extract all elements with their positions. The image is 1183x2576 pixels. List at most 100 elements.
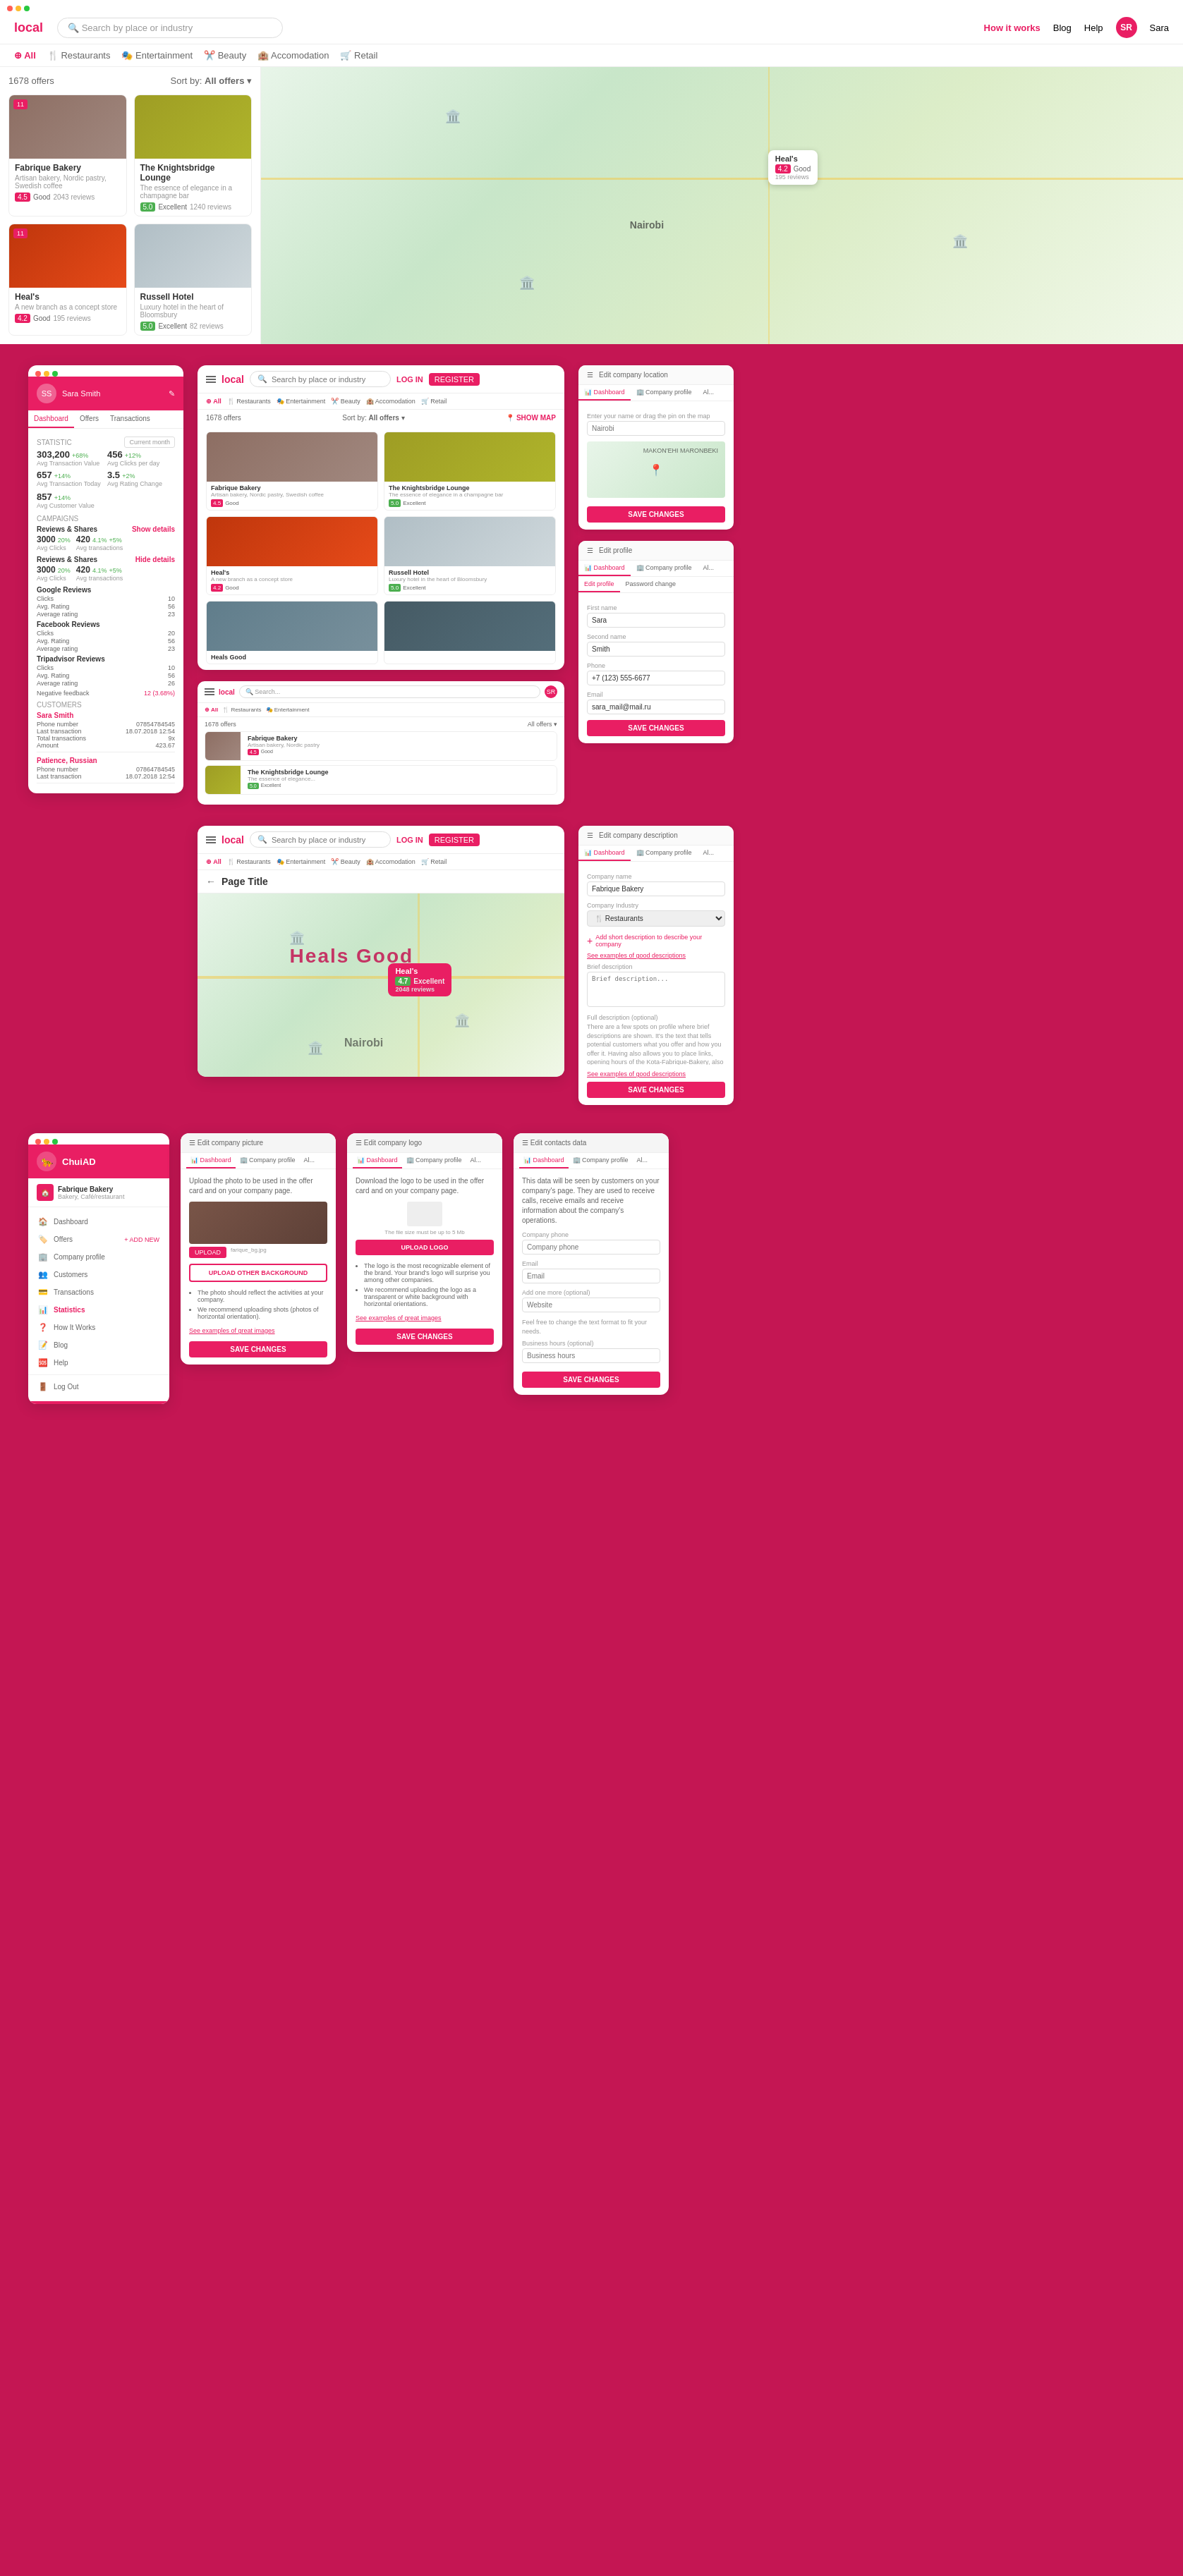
company-phone-input[interactable]: [522, 1240, 660, 1255]
user-avatar[interactable]: SR: [1116, 17, 1137, 38]
help-link[interactable]: Help: [1084, 23, 1103, 33]
hamburger-icon[interactable]: [205, 688, 214, 695]
map-cat-all[interactable]: ⊕ All: [206, 858, 222, 865]
ep-tab-dashboard[interactable]: 📊 Dashboard: [578, 846, 631, 861]
inner-offer-card[interactable]: Heals Good: [206, 601, 378, 664]
sidebar-item-how-it-works[interactable]: ❓ How It Works: [28, 1319, 169, 1336]
small-sort[interactable]: All offers ▾: [528, 721, 557, 728]
ep-tab-more[interactable]: Al...: [698, 561, 720, 576]
ep-tab-company-profile[interactable]: 🏢 Company profile: [631, 385, 698, 401]
sidebar-item-offers[interactable]: 🏷️ Offers + ADD NEW: [28, 1231, 169, 1248]
bp-tab-more[interactable]: Al...: [633, 1153, 653, 1168]
cat-tab-retail[interactable]: 🛒 Retail: [340, 50, 377, 61]
sidebar-item-transactions[interactable]: 💳 Transactions: [28, 1283, 169, 1301]
inner-cat-beauty[interactable]: ✂️ Beauty: [331, 398, 360, 405]
ep-tab-edit-profile[interactable]: Edit profile: [578, 577, 620, 592]
cat-tab-entertainment[interactable]: 🎭 Entertainment: [121, 50, 193, 61]
sidebar-item-dashboard[interactable]: 🏠 Dashboard: [28, 1213, 169, 1231]
map-info-card[interactable]: Heal's 4.2 Good 195 reviews: [768, 150, 818, 185]
sidebar-item-statistics[interactable]: 📊 Statistics: [28, 1301, 169, 1319]
industry-select[interactable]: 🍴 Restaurants: [587, 910, 725, 927]
save-logo-btn[interactable]: SAVE CHANGES: [356, 1329, 494, 1345]
small-offer-item[interactable]: Fabrique Bakery Artisan bakery, Nordic p…: [205, 731, 557, 761]
bp-tab-company-profile[interactable]: 🏢 Company profile: [569, 1153, 633, 1168]
location-search-input[interactable]: [587, 421, 725, 436]
period-selector[interactable]: Current month: [124, 437, 175, 448]
upload-other-background-btn[interactable]: UPLOAD OTHER BACKGROUND: [189, 1264, 327, 1282]
blog-link[interactable]: Blog: [1053, 23, 1072, 33]
sidebar-item-help[interactable]: 🆘 Help: [28, 1354, 169, 1372]
offers-tab[interactable]: Offers: [74, 410, 104, 428]
register-button[interactable]: REGISTER: [429, 373, 480, 386]
see-good-examples-link[interactable]: See examples of good descriptions: [587, 1070, 686, 1078]
add-offer-btn[interactable]: + ADD NEW: [124, 1236, 159, 1243]
inner-cat-accomodation[interactable]: 🏨 Accomodation: [366, 398, 415, 405]
brief-desc-textarea[interactable]: [587, 972, 725, 1007]
upload-logo-btn[interactable]: UPLOAD LOGO: [356, 1240, 494, 1255]
show-map-btn[interactable]: 📍 SHOW MAP: [506, 414, 556, 422]
how-it-works-link[interactable]: How it works: [984, 23, 1041, 33]
customer-name[interactable]: Patience, Russian: [37, 757, 175, 764]
see-examples-link[interactable]: See examples of great images: [356, 1314, 442, 1321]
ep-tab-password-change[interactable]: Password change: [620, 577, 682, 592]
second-name-input[interactable]: [587, 642, 725, 657]
sidebar-item-company-profile[interactable]: 🏢 Company profile: [28, 1248, 169, 1266]
map-cat-beauty[interactable]: ✂️ Beauty: [331, 858, 360, 865]
small-cat-all[interactable]: ⊕ All: [205, 707, 218, 713]
cat-tab-all[interactable]: ⊕ All: [14, 50, 36, 61]
offer-card[interactable]: The Knightsbridge Lounge The essence of …: [134, 94, 253, 216]
hamburger-menu[interactable]: [206, 836, 216, 843]
back-button[interactable]: ←: [206, 876, 216, 887]
website-input[interactable]: [522, 1298, 660, 1312]
inner-search-bar[interactable]: 🔍: [250, 371, 391, 387]
small-cat-entertainment[interactable]: 🎭 Entertainment: [266, 707, 310, 713]
map-search-input[interactable]: [272, 836, 383, 844]
cat-tab-beauty[interactable]: ✂️ Beauty: [204, 50, 246, 61]
inner-cat-restaurants[interactable]: 🍴 Restaurants: [227, 398, 271, 405]
ep-tab-company-profile[interactable]: 🏢 Company profile: [631, 846, 698, 861]
bp-tab-dashboard[interactable]: 📊 Dashboard: [519, 1153, 569, 1168]
bp-tab-more[interactable]: Al...: [466, 1153, 486, 1168]
customer-name[interactable]: Sara Smith: [37, 712, 175, 719]
phone-input[interactable]: [587, 671, 725, 685]
ep-tab-dashboard[interactable]: 📊 Dashboard: [578, 385, 631, 401]
save-changes-btn[interactable]: SAVE CHANGES: [587, 506, 725, 523]
offer-card[interactable]: 11 Fabrique Bakery Artisan bakery, Nordi…: [8, 94, 127, 216]
save-picture-btn[interactable]: SAVE CHANGES: [189, 1341, 327, 1357]
bp-tab-dashboard[interactable]: 📊 Dashboard: [353, 1153, 402, 1168]
inner-offer-card[interactable]: [384, 601, 556, 664]
offer-card[interactable]: Russell Hotel Luxury hotel in the heart …: [134, 224, 253, 336]
map-cat-entertainment[interactable]: 🎭 Entertainment: [277, 858, 326, 865]
save-contacts-btn[interactable]: SAVE CHANGES: [522, 1372, 660, 1388]
show-details-link[interactable]: Show details: [132, 525, 175, 533]
small-offer-item[interactable]: The Knightsbridge Lounge The essence of …: [205, 765, 557, 795]
transactions-tab[interactable]: Transactions: [104, 410, 156, 428]
inner-cat-all[interactable]: ⊕ All: [206, 398, 222, 405]
see-examples-link[interactable]: See examples of good descriptions: [587, 952, 686, 959]
ep-tab-company-profile[interactable]: 🏢 Company profile: [631, 561, 698, 576]
map-register-button[interactable]: REGISTER: [429, 834, 480, 846]
inner-offer-card[interactable]: Fabrique Bakery Artisan bakery, Nordic p…: [206, 432, 378, 511]
ep-tab-more[interactable]: Al...: [698, 385, 720, 401]
ep-tab-more[interactable]: Al...: [698, 846, 720, 861]
email-field-input[interactable]: [522, 1269, 660, 1283]
bp-tab-company-profile[interactable]: 🏢 Company profile: [402, 1153, 466, 1168]
map-cat-restaurants[interactable]: 🍴 Restaurants: [227, 858, 271, 865]
cat-tab-accomodation[interactable]: 🏨 Accomodation: [257, 50, 329, 61]
see-examples-link[interactable]: See examples of great images: [189, 1327, 275, 1334]
inner-cat-entertainment[interactable]: 🎭 Entertainment: [277, 398, 326, 405]
first-name-input[interactable]: [587, 613, 725, 628]
map-login-button[interactable]: LOG IN: [396, 836, 423, 844]
map-search-bar[interactable]: 🔍: [250, 831, 391, 848]
inner-offer-card[interactable]: The Knightsbridge Lounge The essence of …: [384, 432, 556, 511]
edit-icon[interactable]: ✎: [169, 389, 175, 398]
inner-offer-card[interactable]: Heal's A new branch as a concept store 4…: [206, 516, 378, 595]
inner-sort-control[interactable]: Sort by: All offers ▾: [342, 414, 404, 422]
save-description-btn[interactable]: SAVE CHANGES: [587, 1082, 725, 1098]
dashboard-tab[interactable]: Dashboard: [28, 410, 74, 428]
sidebar-item-logout[interactable]: 🚪 Log Out: [28, 1378, 169, 1396]
offer-card[interactable]: 11 Heal's A new branch as a concept stor…: [8, 224, 127, 336]
map-cat-accomodation[interactable]: 🏨 Accomodation: [366, 858, 415, 865]
bp-tab-dashboard[interactable]: 📊 Dashboard: [186, 1153, 236, 1168]
inner-offer-card[interactable]: Russell Hotel Luxury hotel in the heart …: [384, 516, 556, 595]
